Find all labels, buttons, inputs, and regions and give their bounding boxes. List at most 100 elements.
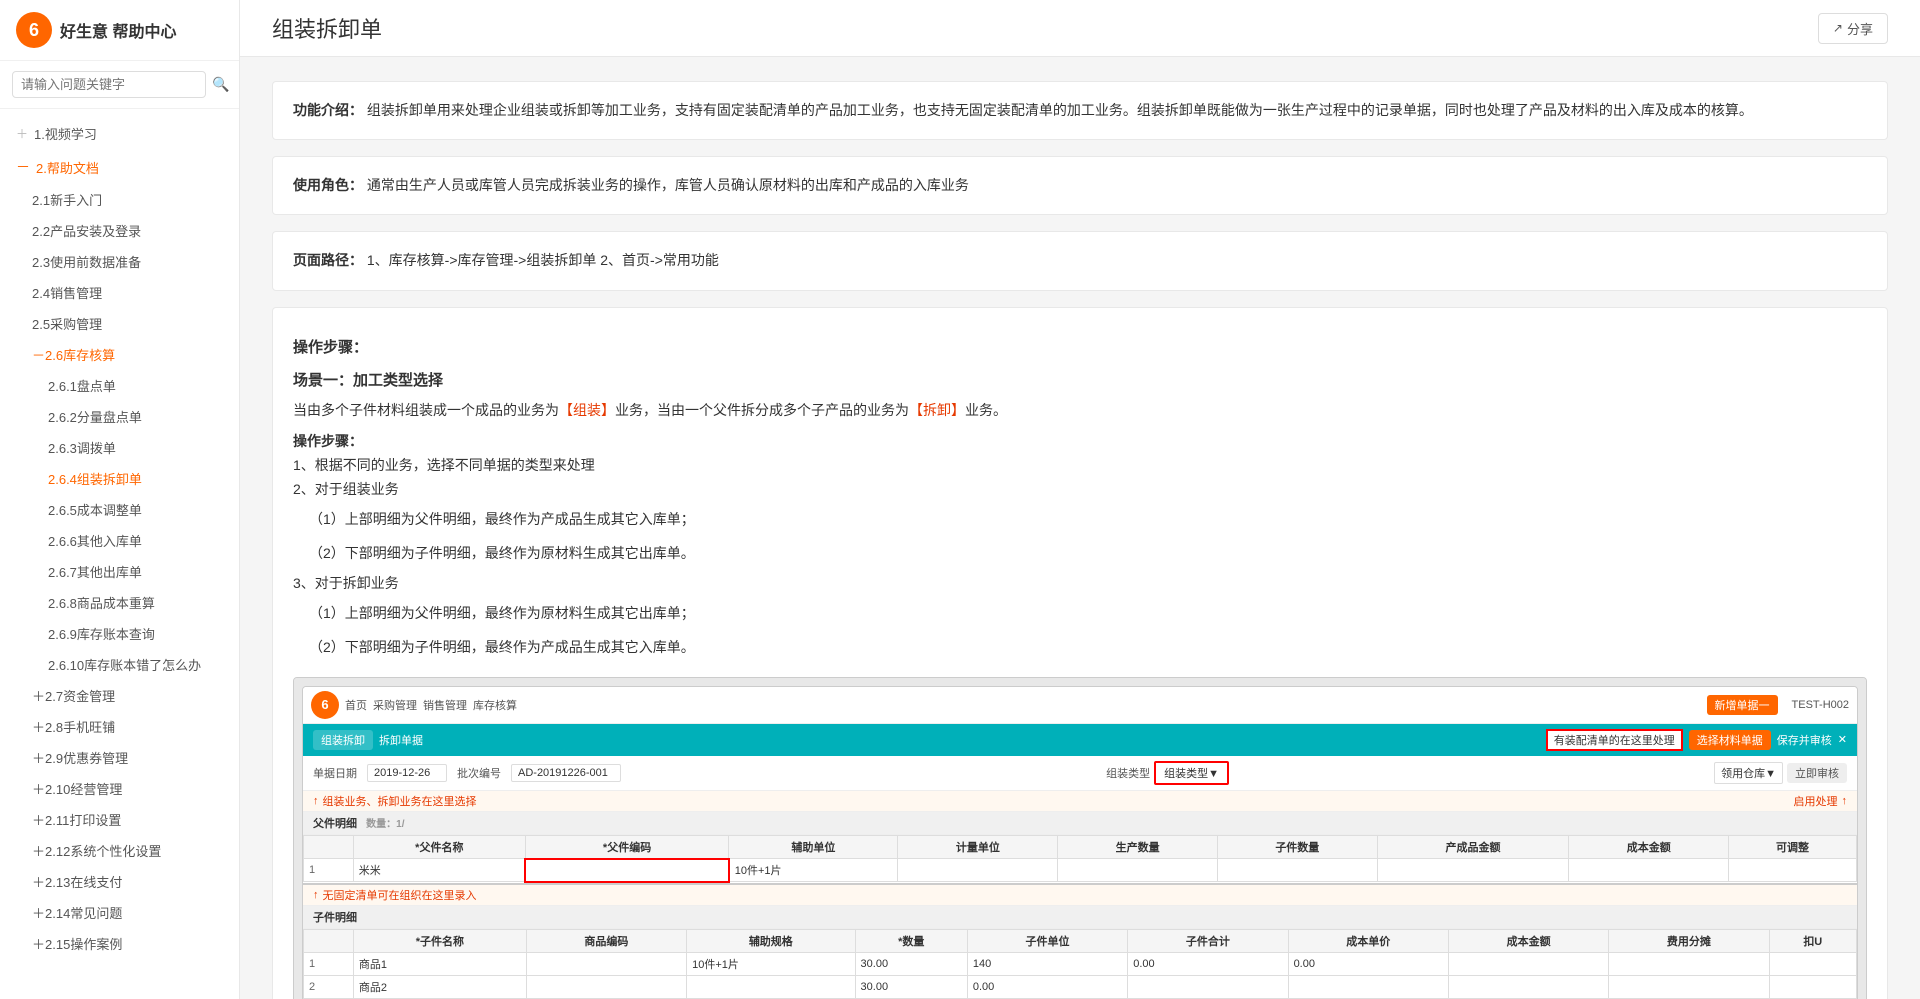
app-annotation-row: ↑ 组装业务、拆卸业务在这里选择 启用处理 ↑ <box>303 791 1857 812</box>
sidebar-item-video[interactable]: ＋ 1.视频学习 <box>0 117 239 150</box>
annotation-no-bom-icon: ↑ <box>313 889 319 901</box>
app-confirm-btn[interactable]: 立即审核 <box>1787 763 1847 783</box>
sidebar-item-stock-err[interactable]: 2.6.10库存账本错了怎么办 <box>0 649 239 680</box>
parent-th-name: *父件名称 <box>353 835 525 859</box>
sidebar-nav: ＋ 1.视频学习 － 2.帮助文档 2.1新手入门 2.2产品安装及登录 2.3… <box>0 109 239 999</box>
annotation-enable-text: 启用处理 <box>1794 793 1838 809</box>
sidebar-item-mobile[interactable]: ＋ 2.8手机旺铺 <box>0 711 239 742</box>
path-label: 页面路径： <box>293 252 363 268</box>
app-id: TEST-H002 <box>1792 699 1849 711</box>
sidebar-item-case[interactable]: ＋ 2.15操作案例 <box>0 928 239 959</box>
plus-icon-online-pay: ＋ <box>32 872 45 891</box>
app-menu-inventory: 库存核算 <box>473 697 517 713</box>
parent-th-prod-qty: 生产数量 <box>1058 835 1218 859</box>
child-table-row-2: 2 商品2 30.00 0.00 <box>304 975 1857 998</box>
share-button[interactable]: ↗ 分享 <box>1818 13 1888 44</box>
sidebar-item-sales[interactable]: 2.4销售管理 <box>0 277 239 308</box>
app-close-icon[interactable]: ✕ <box>1838 733 1847 746</box>
search-icon[interactable]: 🔍 <box>212 76 229 93</box>
annotation-assembly-icon: ↑ <box>313 795 319 807</box>
scene1-title: 场景一：加工类型选择 <box>293 369 1867 390</box>
sidebar-item-online-pay[interactable]: ＋ 2.13在线支付 <box>0 866 239 897</box>
child-th-name: *子件名称 <box>353 929 526 952</box>
sidebar-item-inventory[interactable]: － 2.6库存核算 <box>0 339 239 370</box>
path-text: 1、库存核算->库存管理->组装拆卸单 2、首页->常用功能 <box>367 252 719 268</box>
role-block: 使用角色： 通常由生产人员或库管人员完成拆装业务的操作，库管人员确认原材料的出库… <box>272 156 1888 215</box>
page-title: 组装拆卸单 <box>272 12 382 44</box>
app-annotation-row2: ↑ 无固定清单可在组织在这里录入 <box>303 885 1857 906</box>
app-type-select[interactable]: 组装类型▼ <box>1154 761 1229 785</box>
sidebar-item-coupon[interactable]: ＋ 2.9优惠券管理 <box>0 742 239 773</box>
path-block: 页面路径： 1、库存核算->库存管理->组装拆卸单 2、首页->常用功能 <box>272 231 1888 290</box>
ops-steps-sub-title: 操作步骤： <box>293 431 1867 451</box>
sidebar-item-newbie[interactable]: 2.1新手入门 <box>0 184 239 215</box>
search-input[interactable] <box>12 71 206 98</box>
step3-1: （1）上部明细为父件明细，最终作为原材料生成其它出库单； <box>309 599 1867 627</box>
plus-icon-mobile: ＋ <box>32 717 45 736</box>
ops-title: 操作步骤： <box>293 336 1867 357</box>
parent-th-unit: 计量单位 <box>898 835 1058 859</box>
app-form-row: 单据日期 2019-12-26 批次编号 AD-20191226-001 组装类… <box>303 756 1857 791</box>
main-area: 组装拆卸单 ↗ 分享 功能介绍： 组装拆卸单用来处理企业组装或拆卸等加工业务，支… <box>240 0 1920 999</box>
app-menu-purchase: 采购管理 <box>373 697 417 713</box>
parent-table-row: 1 米米 10件+1片 <box>304 859 1857 882</box>
sidebar-item-other-in[interactable]: 2.6.6其他入库单 <box>0 525 239 556</box>
app-warehouse-select[interactable]: 领用仓库▼ <box>1714 762 1783 784</box>
child-th-total: 子件合计 <box>1128 929 1288 952</box>
sidebar-item-stock-check[interactable]: 2.6.9库存账本查询 <box>0 618 239 649</box>
app-save-btn[interactable]: 保存并审核 <box>1777 732 1832 748</box>
app-tab-active[interactable]: 组装拆卸 <box>313 730 373 750</box>
sidebar-item-install[interactable]: 2.2产品安装及登录 <box>0 215 239 246</box>
sidebar-item-ops[interactable]: ＋ 2.10经营管理 <box>0 773 239 804</box>
child-th-alloc: 费用分摊 <box>1609 929 1769 952</box>
sidebar-item-help-docs[interactable]: － 2.帮助文档 <box>0 150 239 184</box>
app-tab-other[interactable]: 拆卸单据 <box>379 732 423 748</box>
sidebar-item-purchase[interactable]: 2.5采购管理 <box>0 308 239 339</box>
app-date-label: 单据日期 <box>313 765 357 781</box>
plus-icon-finance: ＋ <box>32 686 45 705</box>
sidebar-item-print[interactable]: ＋ 2.11打印设置 <box>0 804 239 835</box>
parent-th-child-qty: 子件数量 <box>1217 835 1377 859</box>
app-new-doc-btn[interactable]: 新增单据一 <box>1707 695 1778 715</box>
sidebar-item-finance[interactable]: ＋ 2.7资金管理 <box>0 680 239 711</box>
app-parent-table: *父件名称 *父件编码 辅助单位 计量单位 生产数量 子件数量 产成品金额 成本… <box>303 835 1857 883</box>
annotation-no-bom-text: 无固定清单可在组织在这里录入 <box>323 887 477 903</box>
child-th-u: 扣U <box>1769 929 1856 952</box>
parent-th-aux: 辅助单位 <box>729 835 898 859</box>
sidebar-item-cost-adjust[interactable]: 2.6.5成本调整单 <box>0 494 239 525</box>
sidebar-item-transfer[interactable]: 2.6.3调拨单 <box>0 432 239 463</box>
sidebar-item-alloc[interactable]: 2.6.2分量盘点单 <box>0 401 239 432</box>
parent-th-cost: 成本金额 <box>1569 835 1729 859</box>
step2-2: （2）下部明细为子件明细，最终作为原材料生成其它出库单。 <box>309 539 1867 567</box>
app-child-section-header: 子件明细 <box>303 906 1857 929</box>
sidebar-item-data-prep[interactable]: 2.3使用前数据准备 <box>0 246 239 277</box>
app-select-material-btn[interactable]: 选择材料单据 <box>1689 730 1771 750</box>
plus-icon: ＋ <box>16 125 28 142</box>
sidebar-header: 6 好生意 帮助中心 <box>0 0 239 61</box>
child-table-row-1: 1 商品1 10件+1片 30.00 140 0.00 0.00 <box>304 952 1857 975</box>
minus-icon: － <box>16 157 30 177</box>
app-annotation-select-material: 有装配清单的在这里处理 <box>1546 729 1683 751</box>
app-child-table: *子件名称 商品编码 辅助规格 *数量 子件单位 子件合计 成本单价 成本金额 <box>303 929 1857 999</box>
step2: 2、对于组装业务 <box>293 479 1867 499</box>
feature-intro-text: 组装拆卸单用来处理企业组装或拆卸等加工业务，支持有固定装配清单的产品加工业务，也… <box>367 102 1753 118</box>
step3: 3、对于拆卸业务 <box>293 573 1867 593</box>
share-icon: ↗ <box>1833 21 1843 35</box>
sidebar-item-stock-count[interactable]: 2.6.1盘点单 <box>0 370 239 401</box>
sidebar: 6 好生意 帮助中心 🔍 ＋ 1.视频学习 － 2.帮助文档 2.1新手入门 2… <box>0 0 240 999</box>
logo-text: 好生意 帮助中心 <box>60 18 176 42</box>
sidebar-item-faq[interactable]: ＋ 2.14常见问题 <box>0 897 239 928</box>
sidebar-item-system[interactable]: ＋ 2.12系统个性化设置 <box>0 835 239 866</box>
step1: 1、根据不同的业务，选择不同单据的类型来处理 <box>293 455 1867 475</box>
sidebar-item-assembly[interactable]: 2.6.4组装拆卸单 <box>0 463 239 494</box>
parent-th-code: *父件编码 <box>525 835 728 859</box>
app-parent-table-container: *父件名称 *父件编码 辅助单位 计量单位 生产数量 子件数量 产成品金额 成本… <box>303 835 1857 885</box>
sidebar-item-other-out[interactable]: 2.6.7其他出库单 <box>0 556 239 587</box>
child-th-unit: 子件单位 <box>967 929 1127 952</box>
child-th-cost: 成本金额 <box>1448 929 1608 952</box>
app-batch-value: AD-20191226-001 <box>511 764 621 782</box>
sidebar-item-cost-calc[interactable]: 2.6.8商品成本重算 <box>0 587 239 618</box>
app-child-table-container: *子件名称 商品编码 辅助规格 *数量 子件单位 子件合计 成本单价 成本金额 <box>303 929 1857 999</box>
search-box: 🔍 <box>0 61 239 109</box>
app-parent-section-header: 父件明细 数量：1/ <box>303 812 1857 835</box>
